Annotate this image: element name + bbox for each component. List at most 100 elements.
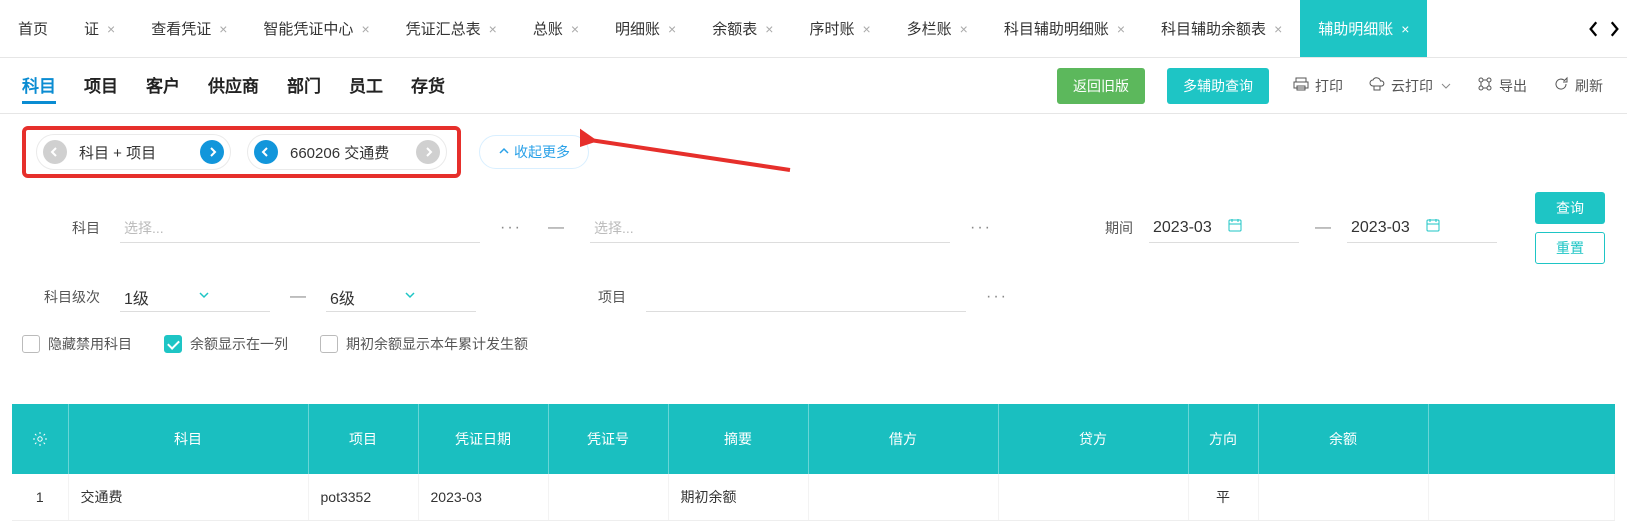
checkbox-row: 隐藏禁用科目 余额显示在一列 期初余额显示本年累计发生额: [0, 330, 1627, 374]
top-tab[interactable]: 余额表×: [694, 0, 791, 57]
level-to-select[interactable]: 6级: [326, 282, 476, 312]
close-icon[interactable]: ×: [219, 21, 227, 37]
subject-input-to[interactable]: [590, 213, 950, 243]
multi-aux-query-button[interactable]: 多辅助查询: [1167, 68, 1269, 104]
subtab[interactable]: 项目: [84, 68, 118, 104]
top-tabstrip: 首页证×查看凭证×智能凭证中心×凭证汇总表×总账×明细账×余额表×序时账×多栏账…: [0, 0, 1627, 58]
subtab-list: 科目项目客户供应商部门员工存货: [22, 68, 445, 104]
tab-scroll-right-icon[interactable]: [1607, 20, 1621, 38]
calendar-icon: [1227, 217, 1295, 238]
period-from-picker[interactable]: 2023-03: [1149, 213, 1299, 243]
level-dash: —: [290, 288, 306, 306]
top-tab[interactable]: 首页: [0, 0, 66, 57]
table-header: 凭证号: [548, 404, 668, 474]
subject-more-icon[interactable]: ···: [500, 219, 522, 237]
close-icon[interactable]: ×: [361, 21, 369, 37]
subtab[interactable]: 科目: [22, 68, 56, 104]
combo-pill-next-icon[interactable]: [200, 140, 224, 164]
gear-icon[interactable]: [13, 431, 67, 447]
query-button[interactable]: 查询: [1535, 192, 1605, 224]
top-tab[interactable]: 明细账 ×: [597, 0, 694, 57]
chevron-down-icon: [198, 288, 266, 306]
top-tab[interactable]: 总账×: [515, 0, 597, 57]
tab-label: 智能凭证中心: [263, 18, 353, 39]
subtab[interactable]: 客户: [146, 68, 180, 104]
period-to-picker[interactable]: 2023-03: [1347, 213, 1497, 243]
close-icon[interactable]: ×: [668, 21, 676, 37]
table-cell: [998, 474, 1188, 520]
top-tab[interactable]: 智能凭证中心 ×: [245, 0, 387, 57]
table-cell: 1: [12, 474, 68, 520]
table-header: 项目: [308, 404, 418, 474]
result-table: 科目项目凭证日期凭证号摘要借方贷方方向余额 1交通费pot33522023-03…: [12, 404, 1615, 521]
table-cell: 期初余额: [668, 474, 808, 520]
project-more-icon[interactable]: ···: [986, 288, 1008, 306]
collapse-more-button[interactable]: 收起更多: [479, 135, 589, 169]
subject-to-more-icon[interactable]: ···: [970, 219, 992, 237]
reset-button[interactable]: 重置: [1535, 232, 1605, 264]
advanced-filters: 科目 ··· — ··· 期间 2023-03 — 2023-03 查询: [0, 184, 1627, 312]
top-tab[interactable]: 科目辅助余额表×: [1143, 0, 1300, 57]
gear-header[interactable]: [12, 404, 68, 474]
subject-input[interactable]: [120, 213, 480, 243]
refresh-icon: [1553, 76, 1569, 95]
tab-label: 明细账: [615, 18, 660, 39]
close-icon[interactable]: ×: [1401, 21, 1409, 37]
checkbox-label: 余额显示在一列: [190, 334, 288, 354]
top-tab[interactable]: 查看凭证 ×: [133, 0, 245, 57]
close-icon[interactable]: ×: [1117, 21, 1125, 37]
subject-field-label: 科目: [22, 218, 100, 238]
subtab[interactable]: 存货: [411, 68, 445, 104]
close-icon[interactable]: ×: [960, 21, 968, 37]
tab-label: 科目辅助明细账: [1004, 18, 1109, 39]
close-icon[interactable]: ×: [571, 21, 579, 37]
subject-pill-prev-icon[interactable]: [254, 140, 278, 164]
table-cell: pot3352: [308, 474, 418, 520]
close-icon[interactable]: ×: [489, 21, 497, 37]
print-button[interactable]: 打印: [1291, 72, 1345, 100]
level-field-label: 科目级次: [22, 287, 100, 307]
table-header: 贷方: [998, 404, 1188, 474]
combo-pill[interactable]: 科目 + 项目: [36, 134, 231, 170]
export-button[interactable]: 导出: [1475, 72, 1529, 100]
close-icon[interactable]: ×: [107, 21, 115, 37]
top-tab[interactable]: 证×: [66, 0, 133, 57]
top-tab[interactable]: 科目辅助明细账 ×: [986, 0, 1143, 57]
top-tab[interactable]: 多栏账×: [889, 0, 986, 57]
top-tab[interactable]: 辅助明细账×: [1300, 0, 1427, 57]
back-old-version-button[interactable]: 返回旧版: [1057, 68, 1145, 104]
subtab[interactable]: 部门: [287, 68, 321, 104]
table-cell: [808, 474, 998, 520]
sub-nav-bar: 科目项目客户供应商部门员工存货 返回旧版 多辅助查询 打印 云打印 导出: [0, 58, 1627, 114]
period-label: 期间: [1105, 218, 1133, 238]
close-icon[interactable]: ×: [862, 21, 870, 37]
close-icon[interactable]: ×: [1274, 21, 1282, 37]
subtab[interactable]: 供应商: [208, 68, 259, 104]
cloud-print-icon: [1369, 76, 1385, 95]
table-header: 借方: [808, 404, 998, 474]
tab-label: 凭证汇总表: [406, 18, 481, 39]
close-icon[interactable]: ×: [765, 21, 773, 37]
top-tab[interactable]: 凭证汇总表 ×: [388, 0, 515, 57]
hide-disabled-checkbox[interactable]: 隐藏禁用科目: [22, 334, 132, 354]
opening-yoy-checkbox[interactable]: 期初余额显示本年累计发生额: [320, 334, 528, 354]
tab-label: 查看凭证: [151, 18, 211, 39]
table-header: 余额: [1258, 404, 1428, 474]
tab-scroll-left-icon[interactable]: [1587, 20, 1601, 38]
calendar-icon: [1425, 217, 1493, 238]
query-reset-buttons: 查询 重置: [1535, 192, 1605, 264]
toolbar-actions: 返回旧版 多辅助查询 打印 云打印 导出 刷: [1057, 68, 1605, 104]
subject-pill-next-icon[interactable]: [416, 140, 440, 164]
balance-one-col-checkbox[interactable]: 余额显示在一列: [164, 334, 288, 354]
combo-pill-prev-icon[interactable]: [43, 140, 67, 164]
project-input[interactable]: [646, 282, 966, 312]
subtab[interactable]: 员工: [349, 68, 383, 104]
level-to-value: 6级: [330, 285, 398, 309]
subject-pill[interactable]: 660206 交通费: [247, 134, 447, 170]
top-tab[interactable]: 序时账×: [791, 0, 888, 57]
level-from-select[interactable]: 1级: [120, 282, 270, 312]
cloud-print-button[interactable]: 云打印: [1367, 72, 1453, 100]
refresh-button[interactable]: 刷新: [1551, 72, 1605, 100]
table-header: 摘要: [668, 404, 808, 474]
table-row[interactable]: 1交通费pot33522023-03期初余额平: [12, 474, 1615, 520]
